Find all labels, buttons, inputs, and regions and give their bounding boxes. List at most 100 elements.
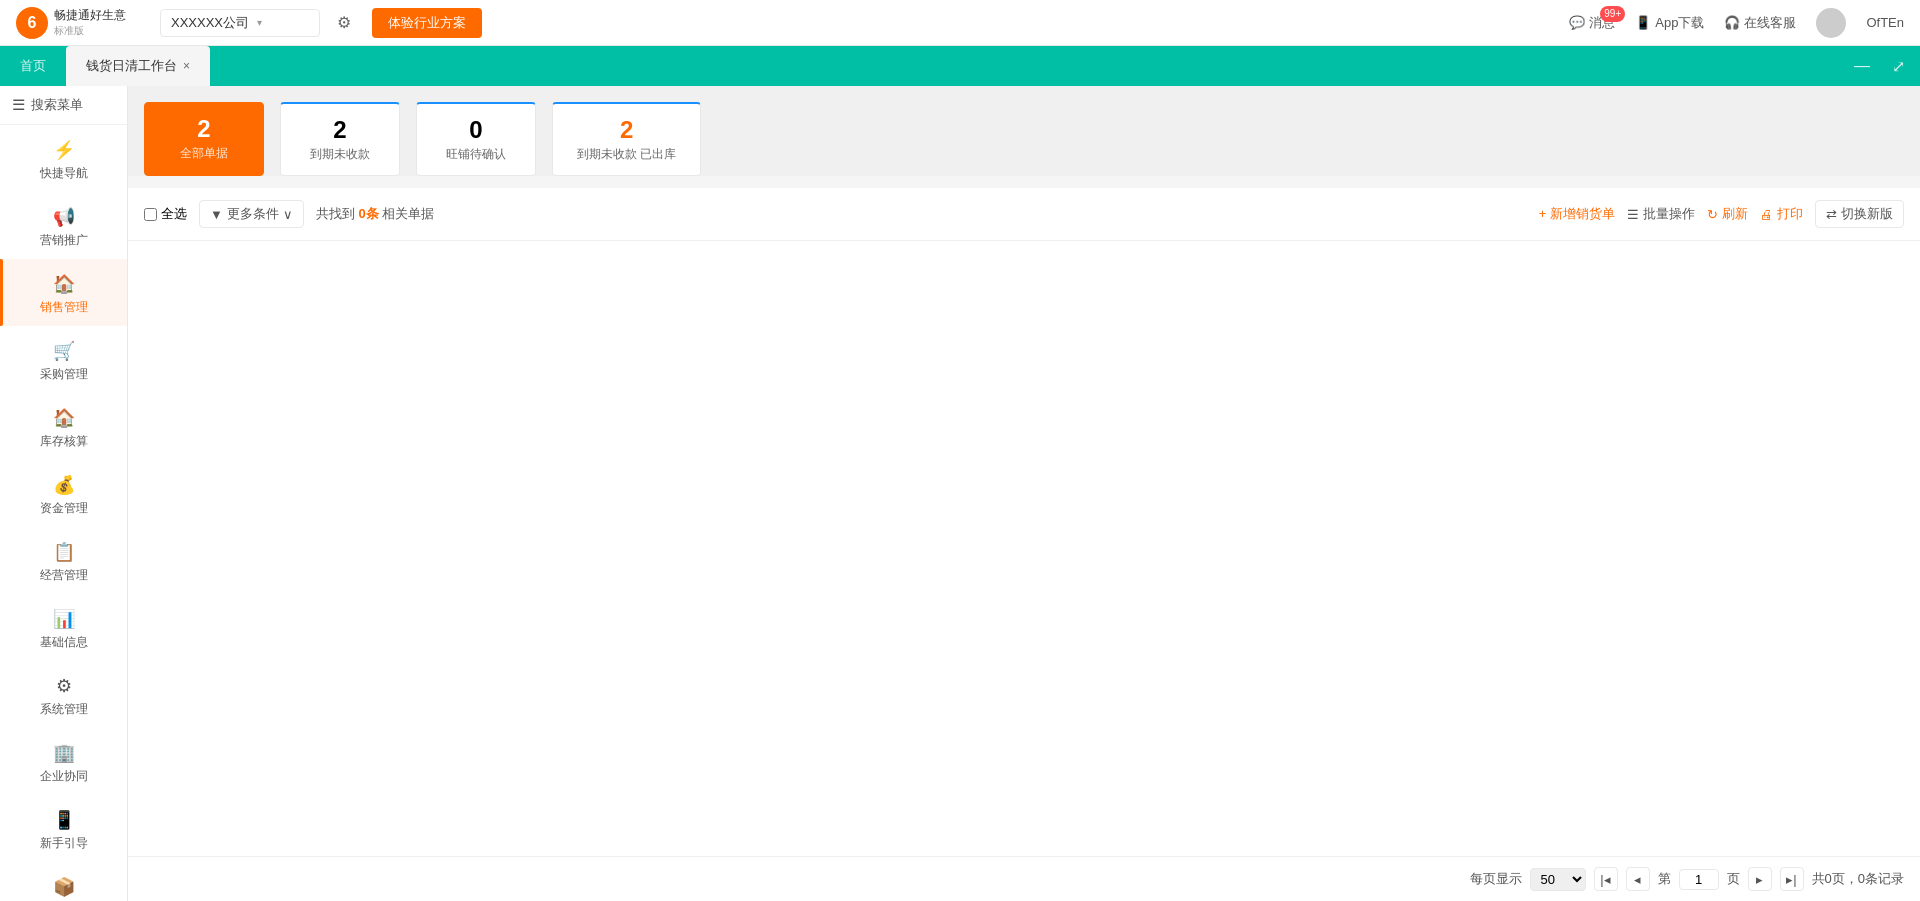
card-all[interactable]: 2 全部单据	[144, 102, 264, 176]
nav-tabs-right: — ⤢	[1840, 52, 1920, 80]
sidebar-item-inventory[interactable]: 🏠 库存核算	[0, 393, 127, 460]
prev-page-button[interactable]: ◂	[1626, 867, 1650, 891]
last-page-button[interactable]: ▸|	[1780, 867, 1804, 891]
header-right: 💬 消息 99+ 📱 App下载 🎧 在线客服 OfTEn	[1569, 8, 1904, 38]
company-name: XXXXXX公司	[171, 14, 249, 32]
service-btn[interactable]: 🎧 在线客服	[1724, 14, 1796, 32]
sidebar-item-sales[interactable]: 🏠 销售管理	[0, 259, 127, 326]
top-header: 6 畅捷通好生意 标准版 XXXXXX公司 ▾ ⚙ 体验行业方案 💬 消息 99…	[0, 0, 1920, 46]
select-all-checkbox[interactable]: 全选	[144, 205, 187, 223]
card-wangpu-confirm-label: 旺铺待确认	[441, 146, 511, 163]
sidebar: ☰ 搜索菜单 ⚡ 快捷导航 📢 营销推广 🏠 销售管理 🛒 采购管理 🏠 库存核…	[0, 86, 128, 901]
card-overdue-unpaid-count: 2	[305, 116, 375, 144]
next-page-button[interactable]: ▸	[1748, 867, 1772, 891]
refresh-icon: ↻	[1707, 207, 1718, 222]
card-overdue-out-label: 到期未收款 已出库	[577, 146, 676, 163]
sidebar-item-operation[interactable]: 📋 经营管理	[0, 527, 127, 594]
active-indicator	[0, 259, 3, 326]
sidebar-item-enterprise[interactable]: 🏢 企业协同	[0, 728, 127, 795]
card-overdue-unpaid[interactable]: 2 到期未收款	[280, 102, 400, 176]
company-selector[interactable]: XXXXXX公司 ▾	[160, 9, 320, 37]
card-all-label: 全部单据	[169, 145, 239, 162]
logo-area: 6 畅捷通好生意 标准版	[16, 7, 144, 39]
toolbar-left: 全选 ▼ 更多条件 ∨ 共找到 0条 相关单据	[144, 200, 434, 228]
toolbar-right: + 新增销货单 ☰ 批量操作 ↻ 刷新 🖨 打印 ⇄ 切换新版	[1539, 200, 1904, 228]
card-overdue-out[interactable]: 2 到期未收款 已出库	[552, 102, 701, 176]
enterprise-icon: 🏢	[53, 742, 75, 764]
sales-icon: 🏠	[53, 273, 75, 295]
sidebar-item-basic[interactable]: 📊 基础信息	[0, 594, 127, 661]
sidebar-item-guide[interactable]: 📱 新手引导	[0, 795, 127, 862]
chevron-down-icon: ∨	[283, 207, 293, 222]
chevron-down-icon: ▾	[257, 17, 262, 28]
system-icon: ⚙	[56, 675, 72, 697]
sidebar-item-finance[interactable]: 💰 资金管理	[0, 460, 127, 527]
sidebar-item-marketing[interactable]: 📢 营销推广	[0, 192, 127, 259]
sidebar-item-quick-nav[interactable]: ⚡ 快捷导航	[0, 125, 127, 192]
print-button[interactable]: 🖨 打印	[1760, 205, 1803, 223]
message-badge: 99+	[1600, 6, 1625, 22]
total-text: 共0页，0条记录	[1812, 870, 1904, 888]
switch-version-button[interactable]: ⇄ 切换新版	[1815, 200, 1904, 228]
content-area: 2 全部单据 2 到期未收款 0 旺铺待确认 2 到期未收款 已出库	[128, 86, 1920, 901]
found-count: 0条	[359, 206, 379, 221]
appstore-icon: 📦	[53, 876, 75, 898]
settings-icon-btn[interactable]: ⚙	[328, 7, 360, 39]
nav-tabs: 首页 钱货日清工作台 × — ⤢	[0, 46, 1920, 86]
close-tab-icon[interactable]: ×	[183, 59, 190, 73]
sidebar-item-system[interactable]: ⚙ 系统管理	[0, 661, 127, 728]
switch-icon: ⇄	[1826, 207, 1837, 222]
filter-icon: ▼	[210, 207, 223, 222]
lightning-icon: ⚡	[53, 139, 75, 161]
search-menu-item[interactable]: ☰ 搜索菜单	[0, 86, 127, 125]
pagination: 每页显示 50 100 200 |◂ ◂ 第 页 ▸ ▸| 共0页，0条记录	[128, 856, 1920, 901]
table-area	[128, 241, 1920, 856]
card-overdue-unpaid-label: 到期未收款	[305, 146, 375, 163]
maximize-tab-btn[interactable]: ⤢	[1884, 52, 1912, 80]
card-all-count: 2	[169, 115, 239, 143]
headset-icon: 🎧	[1724, 15, 1740, 30]
finance-icon: 💰	[53, 474, 75, 496]
search-icon: ☰	[12, 96, 25, 114]
main-layout: ☰ 搜索菜单 ⚡ 快捷导航 📢 营销推广 🏠 销售管理 🛒 采购管理 🏠 库存核…	[0, 86, 1920, 901]
page-input[interactable]	[1679, 869, 1719, 890]
batch-icon: ☰	[1627, 207, 1639, 222]
page-size-select[interactable]: 50 100 200	[1530, 868, 1586, 891]
card-wangpu-confirm-count: 0	[441, 116, 511, 144]
purchase-icon: 🛒	[53, 340, 75, 362]
print-icon: 🖨	[1760, 207, 1773, 222]
sidebar-item-purchase[interactable]: 🛒 采购管理	[0, 326, 127, 393]
operation-icon: 📋	[53, 541, 75, 563]
filter-button[interactable]: ▼ 更多条件 ∨	[199, 200, 304, 228]
guide-icon: 📱	[53, 809, 75, 831]
summary-section: 2 全部单据 2 到期未收款 0 旺铺待确认 2 到期未收款 已出库	[128, 86, 1920, 176]
sidebar-item-appstore[interactable]: 📦 应用中心	[0, 862, 127, 901]
inventory-icon: 🏠	[53, 407, 75, 429]
tab-active[interactable]: 钱货日清工作台 ×	[66, 46, 210, 86]
found-text: 共找到 0条 相关单据	[316, 205, 434, 223]
new-order-button[interactable]: + 新增销货单	[1539, 205, 1615, 223]
toolbar: 全选 ▼ 更多条件 ∨ 共找到 0条 相关单据 + 新增销货单 ☰	[128, 188, 1920, 241]
app-download-btn[interactable]: 📱 App下载	[1635, 14, 1704, 32]
refresh-button[interactable]: ↻ 刷新	[1707, 205, 1748, 223]
table-empty	[128, 241, 1920, 641]
card-wangpu-confirm[interactable]: 0 旺铺待确认	[416, 102, 536, 176]
summary-cards: 2 全部单据 2 到期未收款 0 旺铺待确认 2 到期未收款 已出库	[144, 102, 1904, 176]
message-icon: 💬	[1569, 15, 1585, 30]
first-page-button[interactable]: |◂	[1594, 867, 1618, 891]
trial-button[interactable]: 体验行业方案	[372, 8, 482, 38]
gear-icon: ⚙	[337, 13, 351, 32]
avatar[interactable]	[1816, 8, 1846, 38]
basic-icon: 📊	[53, 608, 75, 630]
checkbox-input[interactable]	[144, 208, 157, 221]
batch-operation-button[interactable]: ☰ 批量操作	[1627, 205, 1695, 223]
marketing-icon: 📢	[53, 206, 75, 228]
avatar-name: OfTEn	[1866, 15, 1904, 30]
minimize-tab-btn[interactable]: —	[1848, 52, 1876, 80]
tab-home[interactable]: 首页	[0, 46, 66, 86]
logo-icon: 6	[16, 7, 48, 39]
logo-text: 畅捷通好生意 标准版	[54, 8, 126, 37]
card-overdue-out-count: 2	[577, 116, 676, 144]
message-btn[interactable]: 💬 消息 99+	[1569, 14, 1615, 32]
app-icon: 📱	[1635, 15, 1651, 30]
